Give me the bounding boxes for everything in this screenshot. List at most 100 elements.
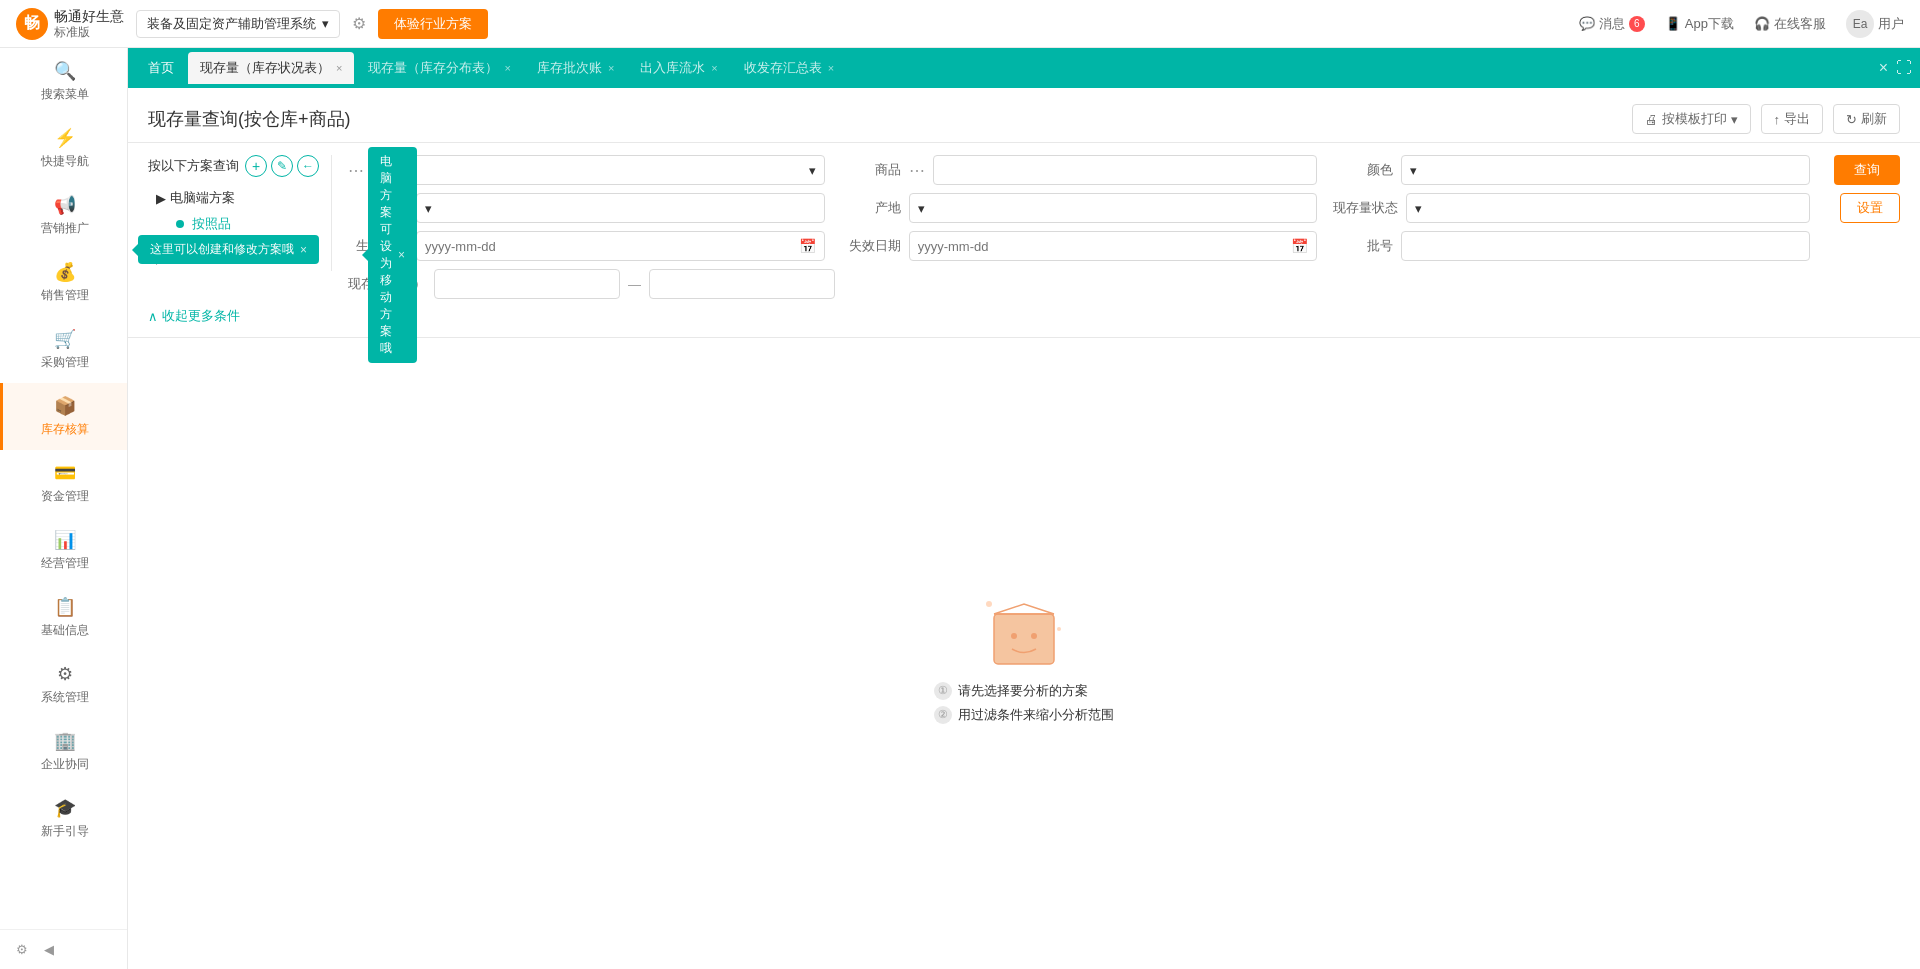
goods-dots[interactable]: ⋯ xyxy=(909,161,925,180)
tab-close-stock-status[interactable]: × xyxy=(336,62,342,74)
logo-icon: 畅 xyxy=(16,8,48,40)
tab-stock-status[interactable]: 现存量（库存状况表） × xyxy=(188,52,354,84)
refresh-icon: ↻ xyxy=(1846,112,1857,127)
sidebar-item-finance[interactable]: 💳 资金管理 xyxy=(0,450,127,517)
warehouse-select[interactable]: ▾ xyxy=(372,155,825,185)
svg-point-2 xyxy=(1011,633,1017,639)
origin-select[interactable]: ▾ xyxy=(909,193,1318,223)
message-item[interactable]: 💬 消息 6 xyxy=(1579,15,1645,33)
reset-button[interactable]: 设置 xyxy=(1840,193,1900,223)
tab-recv-summary[interactable]: 收发存汇总表 × xyxy=(732,52,846,84)
empty-step1: ① 请先选择要分析的方案 xyxy=(934,682,1114,700)
sidebar-collapse-icon[interactable]: ◀ xyxy=(44,942,54,957)
svg-rect-0 xyxy=(994,614,1054,664)
chevron-down-icon: ▾ xyxy=(918,201,925,216)
filter-warehouse: ⋯ ▾ xyxy=(348,155,825,185)
expiry-date-field[interactable] xyxy=(918,239,1288,254)
tab-fullscreen-icon[interactable]: ⛶ xyxy=(1896,59,1912,77)
arrow-icon: ▶ xyxy=(156,191,166,206)
tab-close-in-out-flow[interactable]: × xyxy=(711,62,717,74)
basic-info-icon: 📋 xyxy=(54,596,76,618)
trial-button[interactable]: 体验行业方案 xyxy=(378,9,488,39)
color-select[interactable]: ▾ xyxy=(1401,155,1810,185)
tree-item-pc[interactable]: ▶ 电脑端方案 xyxy=(148,185,319,211)
tab-close-all-icon[interactable]: × xyxy=(1879,59,1888,77)
tab-close-stock-dist[interactable]: × xyxy=(504,62,510,74)
filter-actions: + ✎ ← xyxy=(245,155,319,177)
chevron-down-icon: ▾ xyxy=(809,163,816,178)
logo-main-text: 畅通好生意 xyxy=(54,7,124,25)
production-date-field[interactable] xyxy=(425,239,795,254)
scheme-tooltip2: 这里可以创建和修改方案哦 × xyxy=(138,235,319,264)
warehouse-dots[interactable]: ⋯ xyxy=(348,161,364,180)
stock-status-select[interactable]: ▾ xyxy=(1406,193,1810,223)
calendar-icon2[interactable]: 📅 xyxy=(1291,238,1308,254)
sidebar-item-quick-nav[interactable]: ⚡ 快捷导航 xyxy=(0,115,127,182)
collapse-button[interactable]: ∧ 收起更多条件 xyxy=(148,307,240,325)
message-icon: 💬 xyxy=(1579,16,1595,31)
production-date-input[interactable]: 📅 xyxy=(416,231,825,261)
sidebar-item-sales[interactable]: 💰 销售管理 xyxy=(0,249,127,316)
back-scheme-button[interactable]: ← xyxy=(297,155,319,177)
chevron-down-icon: ▾ xyxy=(1415,201,1422,216)
system-name-selector[interactable]: 装备及固定资产辅助管理系统 ▾ xyxy=(136,10,340,38)
svg-point-5 xyxy=(1057,627,1061,631)
stock-main-from[interactable] xyxy=(434,269,620,299)
print-button[interactable]: 🖨 按模板打印 ▾ xyxy=(1632,104,1751,134)
sidebar-settings-icon[interactable]: ⚙ xyxy=(16,942,28,957)
chevron-down-icon: ▾ xyxy=(1410,163,1417,178)
add-scheme-button[interactable]: + xyxy=(245,155,267,177)
tab-bar-actions: × ⛶ xyxy=(1879,59,1912,77)
logo-tag: 标准版 xyxy=(54,25,124,41)
user-item[interactable]: Ea 用户 xyxy=(1846,10,1904,38)
scheme-tooltip-close[interactable]: × xyxy=(398,248,405,262)
sidebar-item-purchase[interactable]: 🛒 采购管理 xyxy=(0,316,127,383)
empty-state: ① 请先选择要分析的方案 ② 用过滤条件来缩小分析范围 xyxy=(128,338,1920,969)
chevron-up-icon: ∧ xyxy=(148,309,158,324)
svg-point-3 xyxy=(1031,633,1037,639)
size-select[interactable]: ▾ xyxy=(416,193,825,223)
filter-stock-main: 现存量（主） — xyxy=(348,269,835,299)
filter-color: 颜色 ▾ xyxy=(1333,155,1810,185)
sidebar-bottom: ⚙ ◀ xyxy=(0,929,127,969)
scheme-tooltip2-close[interactable]: × xyxy=(300,243,307,257)
refresh-button[interactable]: ↻ 刷新 xyxy=(1833,104,1900,134)
sales-icon: 💰 xyxy=(54,261,76,283)
operations-icon: 📊 xyxy=(54,529,76,551)
sidebar-item-stock[interactable]: 📦 库存核算 xyxy=(0,383,127,450)
expiry-date-input[interactable]: 📅 xyxy=(909,231,1318,261)
sidebar-item-basic-info[interactable]: 📋 基础信息 xyxy=(0,584,127,651)
app-download-item[interactable]: 📱 App下载 xyxy=(1665,15,1734,33)
tab-in-out-flow[interactable]: 出入库流水 × xyxy=(628,52,729,84)
settings-icon[interactable]: ⚙ xyxy=(352,14,366,33)
sidebar-item-enterprise[interactable]: 🏢 企业协同 xyxy=(0,718,127,785)
tab-batch-account[interactable]: 库存批次账 × xyxy=(525,52,626,84)
message-badge: 6 xyxy=(1629,16,1645,32)
sidebar-item-guide[interactable]: 🎓 新手引导 xyxy=(0,785,127,852)
calendar-icon[interactable]: 📅 xyxy=(799,238,816,254)
filter-goods: 商品 ⋯ xyxy=(841,155,1318,185)
sidebar-item-operations[interactable]: 📊 经营管理 xyxy=(0,517,127,584)
goods-select[interactable] xyxy=(933,155,1318,185)
purchase-icon: 🛒 xyxy=(54,328,76,350)
tab-close-batch-account[interactable]: × xyxy=(608,62,614,74)
tab-stock-dist[interactable]: 现存量（库存分布表） × xyxy=(356,52,522,84)
empty-step2: ② 用过滤条件来缩小分析范围 xyxy=(934,706,1114,724)
mobile-icon: 📱 xyxy=(1665,16,1681,31)
edit-scheme-button[interactable]: ✎ xyxy=(271,155,293,177)
search-button[interactable]: 查询 xyxy=(1834,155,1900,185)
tree-item-pc-default[interactable]: 按照品 xyxy=(168,211,319,237)
stock-main-to[interactable] xyxy=(649,269,835,299)
sidebar: 🔍 搜索菜单 ⚡ 快捷导航 📢 营销推广 💰 销售管理 🛒 采购管理 📦 xyxy=(0,48,128,969)
online-support-item[interactable]: 🎧 在线客服 xyxy=(1754,15,1826,33)
quick-nav-icon: ⚡ xyxy=(54,127,76,149)
sidebar-item-marketing[interactable]: 📢 营销推广 xyxy=(0,182,127,249)
sidebar-item-search-menu[interactable]: 🔍 搜索菜单 xyxy=(0,48,127,115)
batch-input[interactable] xyxy=(1401,231,1810,261)
tab-home[interactable]: 首页 xyxy=(136,52,186,84)
scheme-tooltip: 电脑方案可设为移动方案哦 × xyxy=(368,147,417,363)
tab-close-recv-summary[interactable]: × xyxy=(828,62,834,74)
export-button[interactable]: ↑ 导出 xyxy=(1761,104,1824,134)
chevron-down-icon: ▾ xyxy=(322,16,329,31)
sidebar-item-system[interactable]: ⚙ 系统管理 xyxy=(0,651,127,718)
